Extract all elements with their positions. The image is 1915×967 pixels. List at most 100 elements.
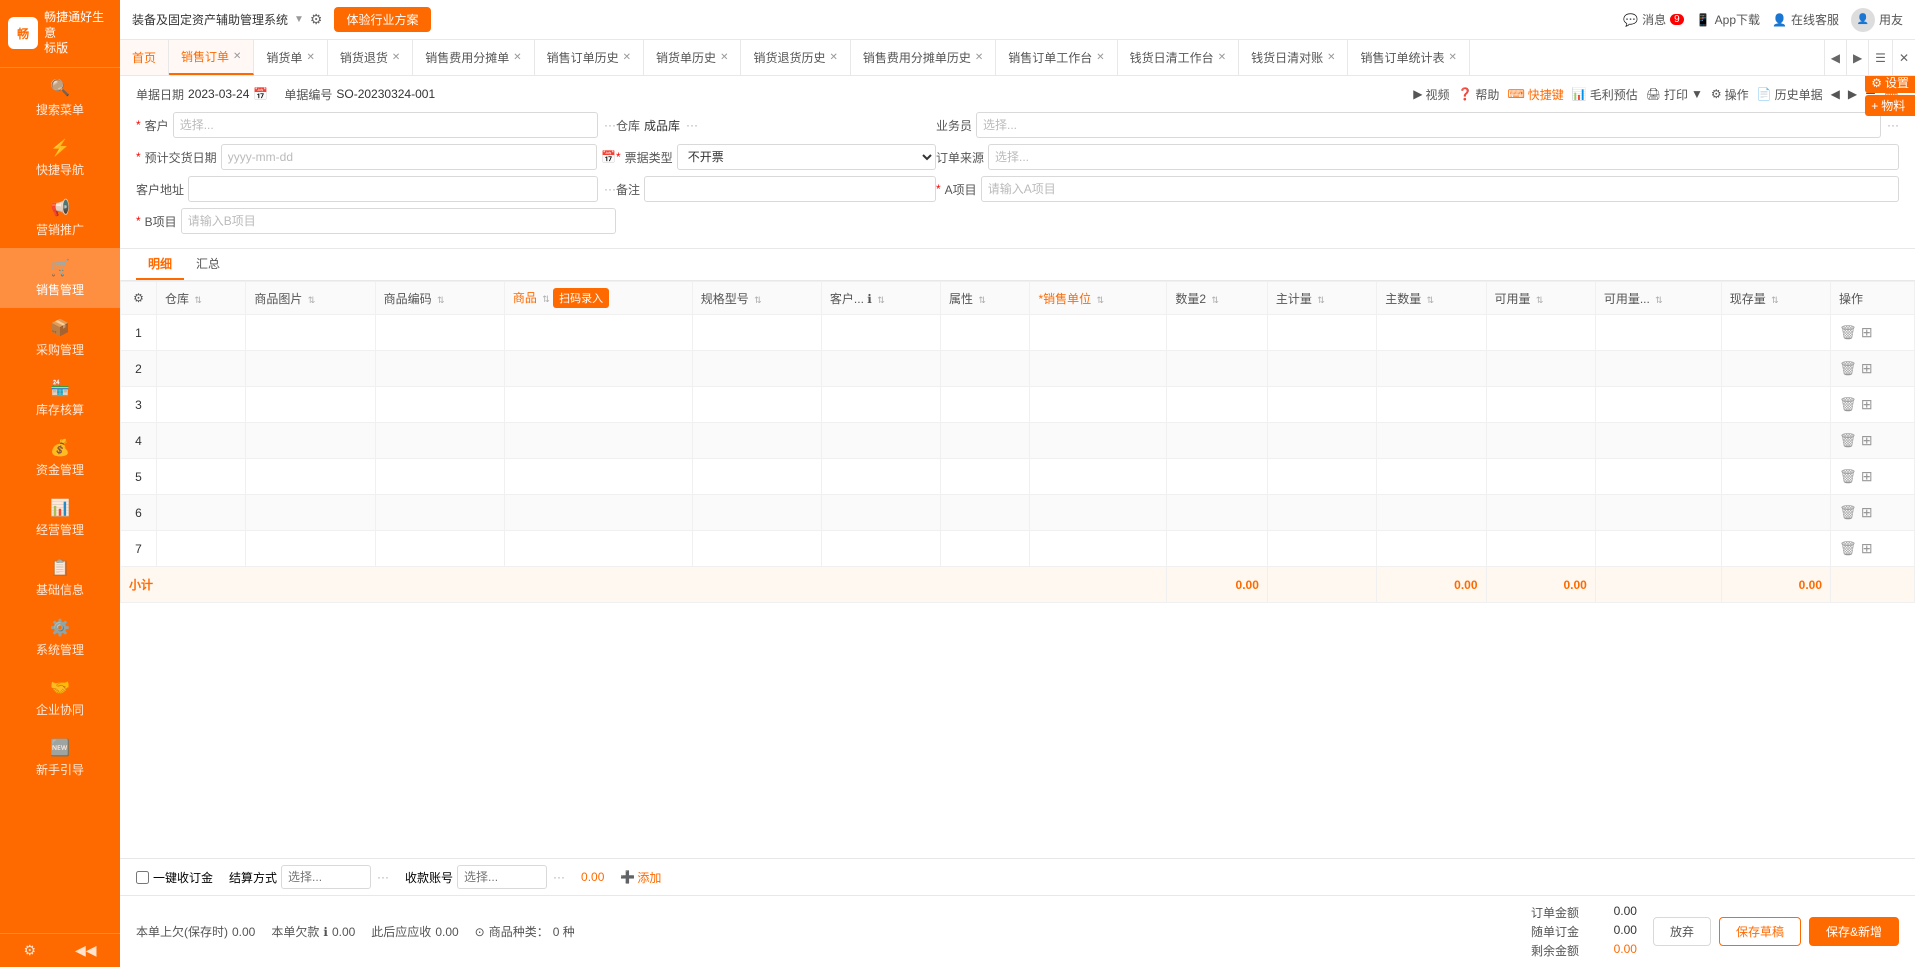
discard-btn[interactable]: 放弃 <box>1653 917 1711 946</box>
row-5-attribute[interactable] <box>941 459 1030 495</box>
row-3-product[interactable] <box>504 387 692 423</box>
tab-cash-reconcile-close[interactable]: ✕ <box>1327 52 1335 63</box>
row-3-available-qty[interactable] <box>1486 387 1595 423</box>
row-7-sales-unit[interactable] <box>1030 531 1167 567</box>
tab-credit-history[interactable]: 销货单历史 ✕ <box>644 40 741 75</box>
row-2-warehouse[interactable] <box>157 351 246 387</box>
sidebar-item-purchase[interactable]: 📦 采购管理 <box>0 308 120 368</box>
row-6-qty2[interactable] <box>1167 495 1267 531</box>
add-material-btn[interactable]: + 物料 <box>1865 95 1915 116</box>
row-2-attribute[interactable] <box>941 351 1030 387</box>
row-1-main-qty[interactable] <box>1377 315 1486 351</box>
row-1-customer-code[interactable] <box>821 315 940 351</box>
topbar-gear-icon[interactable]: ⚙ <box>310 11 323 28</box>
save-draft-btn[interactable]: 保存草稿 <box>1719 917 1801 946</box>
operation-btn[interactable]: ⚙ 操作 <box>1711 86 1749 103</box>
row-2-main-qty[interactable] <box>1377 351 1486 387</box>
row-7-available-qty[interactable] <box>1486 531 1595 567</box>
quick-order-check[interactable] <box>136 871 149 884</box>
tab-sales-summary[interactable]: 销售订单统计表 ✕ <box>1348 40 1469 75</box>
collapse-icon[interactable]: ◀◀ <box>75 942 97 959</box>
salesperson-dots[interactable]: ··· <box>1887 118 1899 132</box>
row-3-customer-code[interactable] <box>821 387 940 423</box>
tab-cash-reconcile[interactable]: 钱货日清对账 ✕ <box>1239 40 1348 75</box>
tab-order-workbench-close[interactable]: ✕ <box>1096 52 1104 63</box>
row-1-available-more[interactable] <box>1595 315 1721 351</box>
tab-return-history-close[interactable]: ✕ <box>829 52 837 63</box>
row-3-sales-unit[interactable] <box>1030 387 1167 423</box>
row-1-warehouse[interactable] <box>157 315 246 351</box>
nav-arrow-left[interactable]: ◀ <box>1824 40 1846 75</box>
row-2-spec[interactable] <box>692 351 821 387</box>
nav-arrow-menu[interactable]: ☰ <box>1868 40 1892 75</box>
row-3-attribute[interactable] <box>941 387 1030 423</box>
order-source-input[interactable] <box>988 144 1899 170</box>
remark-input[interactable] <box>644 176 936 202</box>
tab-fee-history-close[interactable]: ✕ <box>975 52 983 63</box>
row-1-delete-btn[interactable]: 🗑 <box>1839 324 1857 341</box>
row-6-main-qty[interactable] <box>1377 495 1486 531</box>
row-5-code[interactable] <box>375 459 504 495</box>
row-4-current-stock[interactable] <box>1721 423 1830 459</box>
tab-return-history[interactable]: 销货退货历史 ✕ <box>741 40 850 75</box>
sidebar-item-finance[interactable]: 💰 资金管理 <box>0 428 120 488</box>
row-4-available-more[interactable] <box>1595 423 1721 459</box>
row-1-product[interactable] <box>504 315 692 351</box>
row-2-available-qty[interactable] <box>1486 351 1595 387</box>
tab-home[interactable]: 首页 <box>120 40 169 75</box>
app-download-item[interactable]: 📱 App下载 <box>1696 11 1760 28</box>
customer-input[interactable] <box>173 112 598 138</box>
tab-sales-return-close[interactable]: ✕ <box>392 52 400 63</box>
row-3-delete-btn[interactable]: 🗑 <box>1839 396 1857 413</box>
salesperson-input[interactable] <box>976 112 1881 138</box>
row-3-main-unit[interactable] <box>1267 387 1376 423</box>
row-7-qty2[interactable] <box>1167 531 1267 567</box>
tab-sales-order-close[interactable]: ✕ <box>233 51 241 62</box>
row-6-customer-code[interactable] <box>821 495 940 531</box>
col-product-code[interactable]: 商品编码 ⇅ <box>375 282 504 315</box>
tab-sales-credit[interactable]: 销货单 ✕ <box>254 40 327 75</box>
row-4-spec[interactable] <box>692 423 821 459</box>
settings-bottom-icon[interactable]: ⚙ <box>23 942 36 959</box>
payment-method-input[interactable] <box>281 865 371 889</box>
row-6-copy-btn[interactable]: ⊞ <box>1861 504 1873 521</box>
row-3-current-stock[interactable] <box>1721 387 1830 423</box>
sidebar-item-guide[interactable]: 🆕 新手引导 <box>0 728 120 788</box>
bank-account-dots[interactable]: ··· <box>553 870 565 884</box>
sidebar-item-system[interactable]: ⚙️ 系统管理 <box>0 608 120 668</box>
row-2-delete-btn[interactable]: 🗑 <box>1839 360 1857 377</box>
tab-credit-history-close[interactable]: ✕ <box>720 52 728 63</box>
row-5-available-more[interactable] <box>1595 459 1721 495</box>
row-4-product[interactable] <box>504 423 692 459</box>
row-6-delete-btn[interactable]: 🗑 <box>1839 504 1857 521</box>
col-qty2[interactable]: 数量2 ⇅ <box>1167 282 1267 315</box>
col-main-unit[interactable]: 主计量 ⇅ <box>1267 282 1376 315</box>
row-3-warehouse[interactable] <box>157 387 246 423</box>
prev-nav-icon[interactable]: ◀ <box>1831 87 1840 101</box>
quick-order-checkbox[interactable]: 一键收订金 <box>136 869 213 886</box>
row-7-delete-btn[interactable]: 🗑 <box>1839 540 1857 557</box>
row-1-spec[interactable] <box>692 315 821 351</box>
row-5-available-qty[interactable] <box>1486 459 1595 495</box>
customer-dots[interactable]: ··· <box>604 118 616 132</box>
help-btn[interactable]: ❓ 帮助 <box>1457 86 1499 103</box>
row-2-current-stock[interactable] <box>1721 351 1830 387</box>
row-2-code[interactable] <box>375 351 504 387</box>
tab-sales-summary-close[interactable]: ✕ <box>1449 52 1457 63</box>
row-5-warehouse[interactable] <box>157 459 246 495</box>
row-5-customer-code[interactable] <box>821 459 940 495</box>
row-6-main-unit[interactable] <box>1267 495 1376 531</box>
row-3-code[interactable] <box>375 387 504 423</box>
next-nav-icon[interactable]: ▶ <box>1848 87 1857 101</box>
col-product-image[interactable]: 商品图片 ⇅ <box>246 282 375 315</box>
nav-arrow-right[interactable]: ▶ <box>1846 40 1868 75</box>
sidebar-item-enterprise[interactable]: 🤝 企业协同 <box>0 668 120 728</box>
row-5-qty2[interactable] <box>1167 459 1267 495</box>
tab-detail[interactable]: 明细 <box>136 249 184 280</box>
scan-btn[interactable]: 扫码录入 <box>553 288 609 308</box>
row-7-spec[interactable] <box>692 531 821 567</box>
col-available-more[interactable]: 可用量... ⇅ <box>1595 282 1721 315</box>
row-7-current-stock[interactable] <box>1721 531 1830 567</box>
online-service-item[interactable]: 👤 在线客服 <box>1772 11 1839 28</box>
row-7-main-unit[interactable] <box>1267 531 1376 567</box>
